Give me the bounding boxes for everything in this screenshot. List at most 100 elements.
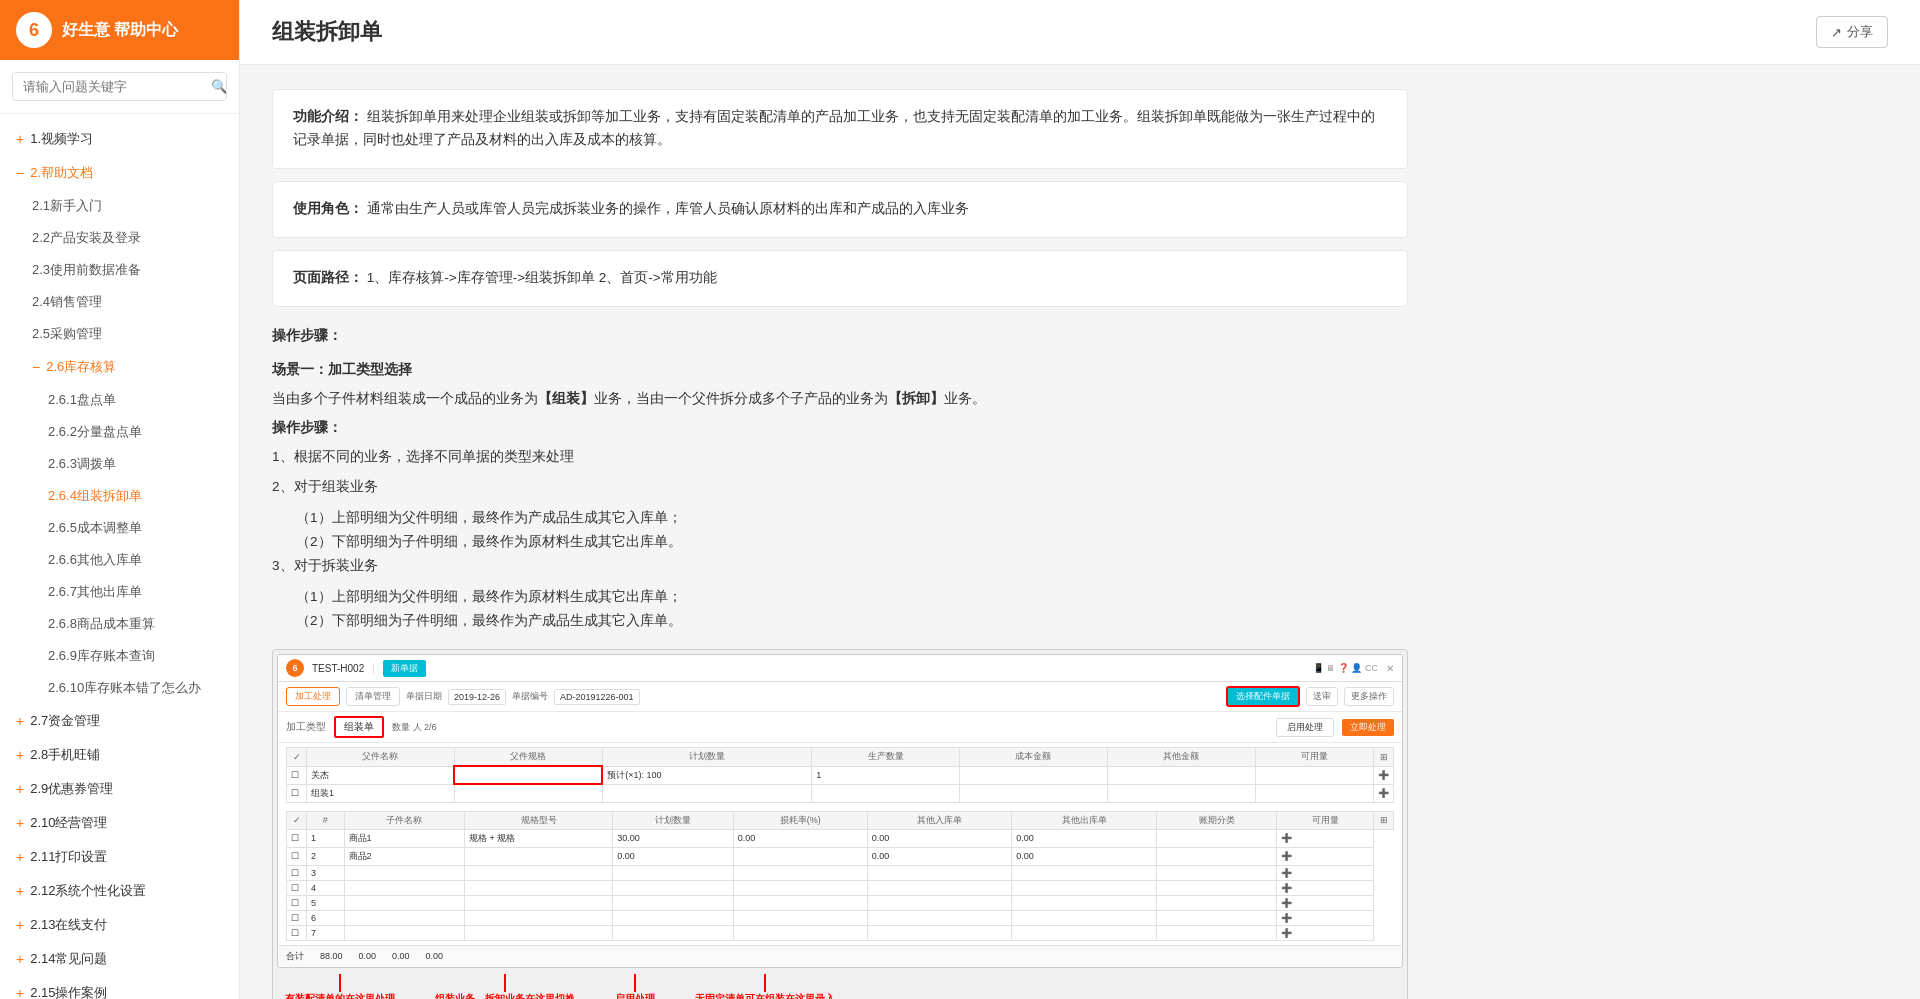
sidebar-item-2-10[interactable]: + 2.10经营管理 bbox=[0, 806, 239, 840]
mock-child-col1: 子件名称 bbox=[344, 811, 465, 829]
mock-child-col7: 账期分类 bbox=[1156, 811, 1277, 829]
sidebar-item-2-6-7[interactable]: 2.6.7其他出库单 bbox=[0, 576, 239, 608]
mock-parent-col1: 父件名称 bbox=[307, 748, 455, 767]
nav-label: 2.7资金管理 bbox=[30, 712, 100, 730]
sidebar-item-2-2[interactable]: 2.2产品安装及登录 bbox=[0, 222, 239, 254]
intro-text: 组装拆卸单用来处理企业组装或拆卸等加工业务，支持有固定装配清单的产品加工业务，也… bbox=[293, 109, 1375, 147]
mock-parent-row2-col5 bbox=[960, 784, 1108, 802]
mock-parent-col5: 成本金额 bbox=[960, 748, 1108, 767]
mock-child-col5: 其他入库单 bbox=[867, 811, 1012, 829]
role-label: 使用角色： bbox=[293, 201, 363, 216]
sidebar-item-2-8[interactable]: + 2.8手机旺铺 bbox=[0, 738, 239, 772]
sidebar-item-2-13[interactable]: + 2.13在线支付 bbox=[0, 908, 239, 942]
arrow-line-4 bbox=[764, 974, 766, 992]
search-button[interactable]: 🔍 bbox=[201, 73, 227, 100]
collapse-icon: − bbox=[16, 165, 24, 181]
mock-child-col8: 可用量 bbox=[1277, 811, 1374, 829]
mock-toolbar: 加工处理 清单管理 单据日期 2019-12-26 单据编号 AD-201912… bbox=[278, 682, 1402, 712]
sidebar-item-2-11[interactable]: + 2.11打印设置 bbox=[0, 840, 239, 874]
mock-parent-col2: 父件规格 bbox=[454, 748, 602, 767]
sidebar-item-2-7[interactable]: + 2.7资金管理 bbox=[0, 704, 239, 738]
sidebar-item-2-4[interactable]: 2.4销售管理 bbox=[0, 286, 239, 318]
collapse-icon-2-6: − bbox=[32, 359, 40, 375]
sidebar-item-2-6-5[interactable]: 2.6.5成本调整单 bbox=[0, 512, 239, 544]
mock-parent-row1-col2 bbox=[454, 766, 602, 784]
mock-type-label: 加工类型 bbox=[286, 720, 326, 734]
mock-date-val: 2019-12-26 bbox=[448, 689, 506, 705]
mock-more-btn: 更多操作 bbox=[1344, 687, 1394, 706]
mock-parent-row1-col7 bbox=[1255, 766, 1373, 784]
mock-parent-col4: 生产数量 bbox=[812, 748, 960, 767]
sidebar-item-2-15[interactable]: + 2.15操作案例 bbox=[0, 976, 239, 999]
sidebar-item-2-9[interactable]: + 2.9优惠券管理 bbox=[0, 772, 239, 806]
annotation4-block: 无固定清单可在组装在这里录入 bbox=[695, 974, 835, 999]
annotation4-label: 无固定清单可在组装在这里录入 bbox=[695, 992, 835, 999]
mock-process-btn: 启用处理 bbox=[1276, 718, 1334, 737]
steps-section: 操作步骤： 场景一：加工类型选择 当由多个子件材料组装成一个成品的业务为【组装】… bbox=[272, 327, 1408, 999]
app-title: 好生意 帮助中心 bbox=[62, 20, 178, 41]
mock-child-col4: 损耗率(%) bbox=[733, 811, 867, 829]
mock-total3: 0.00 bbox=[392, 951, 410, 961]
sidebar-item-2-12[interactable]: + 2.12系统个性化设置 bbox=[0, 874, 239, 908]
scenario1-title: 场景一：加工类型选择 bbox=[272, 361, 1408, 379]
mock-footer: 合计 88.00 0.00 0.00 0.00 bbox=[278, 945, 1402, 967]
steps-sub-label: 操作步骤： bbox=[272, 419, 1408, 437]
sidebar-item-2-3[interactable]: 2.3使用前数据准备 bbox=[0, 254, 239, 286]
mock-type-val: 组装单 bbox=[334, 716, 384, 738]
search-input[interactable] bbox=[13, 73, 201, 100]
sidebar-item-2-6[interactable]: − 2.6库存核算 bbox=[0, 350, 239, 384]
search-box: 🔍 bbox=[0, 60, 239, 114]
path-label: 页面路径： bbox=[293, 270, 363, 285]
mock-parent-section: ✓ 父件名称 父件规格 计划数量 生产数量 成本金额 其他金额 可用量 ⊞ bbox=[278, 743, 1402, 807]
annotations-row: 有装配清单的在这里处理 组装业务、拆卸业务在这里切换 启用处理 无固定 bbox=[277, 968, 1403, 999]
step3-sub2: （2）下部明细为子件明细，最终作为产成品生成其它入库单。 bbox=[296, 609, 1408, 633]
arrow-line-3 bbox=[634, 974, 636, 992]
mock-child-col3: 计划数量 bbox=[613, 811, 734, 829]
mock-child-col6: 其他出库单 bbox=[1012, 811, 1157, 829]
role-block: 使用角色： 通常由生产人员或库管人员完成拆装业务的操作，库管人员确认原材料的出库… bbox=[272, 181, 1408, 238]
sidebar-header: 6 好生意 帮助中心 bbox=[0, 0, 239, 60]
mock-confirm-btn: 立即处理 bbox=[1342, 719, 1394, 736]
expand-icon-2-9: + bbox=[16, 781, 24, 797]
step3-sub1: （1）上部明细为父件明细，最终作为原材料生成其它出库单； bbox=[296, 585, 1408, 609]
share-icon: ↗ bbox=[1831, 25, 1842, 40]
sidebar-item-2-6-6[interactable]: 2.6.6其他入库单 bbox=[0, 544, 239, 576]
mock-total2: 0.00 bbox=[359, 951, 377, 961]
expand-icon-2-15: + bbox=[16, 985, 24, 999]
path-text: 1、库存核算->库存管理->组装拆卸单 2、首页->常用功能 bbox=[367, 270, 717, 285]
step2-sub2: （2）下部明细为子件明细，最终作为原材料生成其它出库单。 bbox=[296, 530, 1408, 554]
nav-label: 2.14常见问题 bbox=[30, 950, 107, 968]
sidebar-item-2-6-1[interactable]: 2.6.1盘点单 bbox=[0, 384, 239, 416]
sidebar-item-2-6-4[interactable]: 2.6.4组装拆卸单 bbox=[0, 480, 239, 512]
mock-logo: 6 bbox=[286, 659, 304, 677]
mock-type-row: 加工类型 组装单 数量 人 2/6 启用处理 立即处理 bbox=[278, 712, 1402, 743]
sidebar: 6 好生意 帮助中心 🔍 + 1.视频学习 − 2.帮助文档 2.1新手入门 2… bbox=[0, 0, 240, 999]
sidebar-item-2-14[interactable]: + 2.14常见问题 bbox=[0, 942, 239, 976]
mock-footer-label: 合计 bbox=[286, 950, 304, 963]
mock-child-section: ✓ # 子件名称 规格型号 计划数量 损耗率(%) 其他入库单 其他出库单 账期 bbox=[278, 807, 1402, 945]
annotation2-block: 组装业务、拆卸业务在这里切换 bbox=[435, 974, 575, 999]
nav-label: 2.11打印设置 bbox=[30, 848, 107, 866]
sidebar-item-docs[interactable]: − 2.帮助文档 bbox=[0, 156, 239, 190]
share-button[interactable]: ↗ 分享 bbox=[1816, 16, 1888, 48]
nav-label: 2.12系统个性化设置 bbox=[30, 882, 146, 900]
mock-ui: 6 TEST-H002 | 新单据 📱 🖥 ❓ 👤 CC ✕ 加工处理 清单管理 bbox=[277, 654, 1403, 968]
sidebar-item-2-6-2[interactable]: 2.6.2分量盘点单 bbox=[0, 416, 239, 448]
nav-label: 2.帮助文档 bbox=[30, 164, 93, 182]
expand-icon: + bbox=[16, 131, 24, 147]
mock-parent-row1-col4: 1 bbox=[812, 766, 960, 784]
annotation1-block: 有装配清单的在这里处理 bbox=[285, 974, 395, 999]
mock-close: ✕ bbox=[1386, 663, 1394, 674]
mock-child-col2: 规格型号 bbox=[465, 811, 613, 829]
sidebar-item-2-5[interactable]: 2.5采购管理 bbox=[0, 318, 239, 350]
expand-icon-2-10: + bbox=[16, 815, 24, 831]
sidebar-item-video[interactable]: + 1.视频学习 bbox=[0, 122, 239, 156]
sidebar-item-2-6-9[interactable]: 2.6.9库存账本查询 bbox=[0, 640, 239, 672]
sidebar-item-2-6-3[interactable]: 2.6.3调拨单 bbox=[0, 448, 239, 480]
mock-child-action-col: ⊞ bbox=[1374, 811, 1394, 829]
sidebar-item-2-6-8[interactable]: 2.6.8商品成本重算 bbox=[0, 608, 239, 640]
mock-parent-col3: 计划数量 bbox=[602, 748, 812, 767]
sidebar-item-2-6-10[interactable]: 2.6.10库存账本错了怎么办 bbox=[0, 672, 239, 704]
sidebar-item-2-1[interactable]: 2.1新手入门 bbox=[0, 190, 239, 222]
mock-parent-row2-col7 bbox=[1255, 784, 1373, 802]
